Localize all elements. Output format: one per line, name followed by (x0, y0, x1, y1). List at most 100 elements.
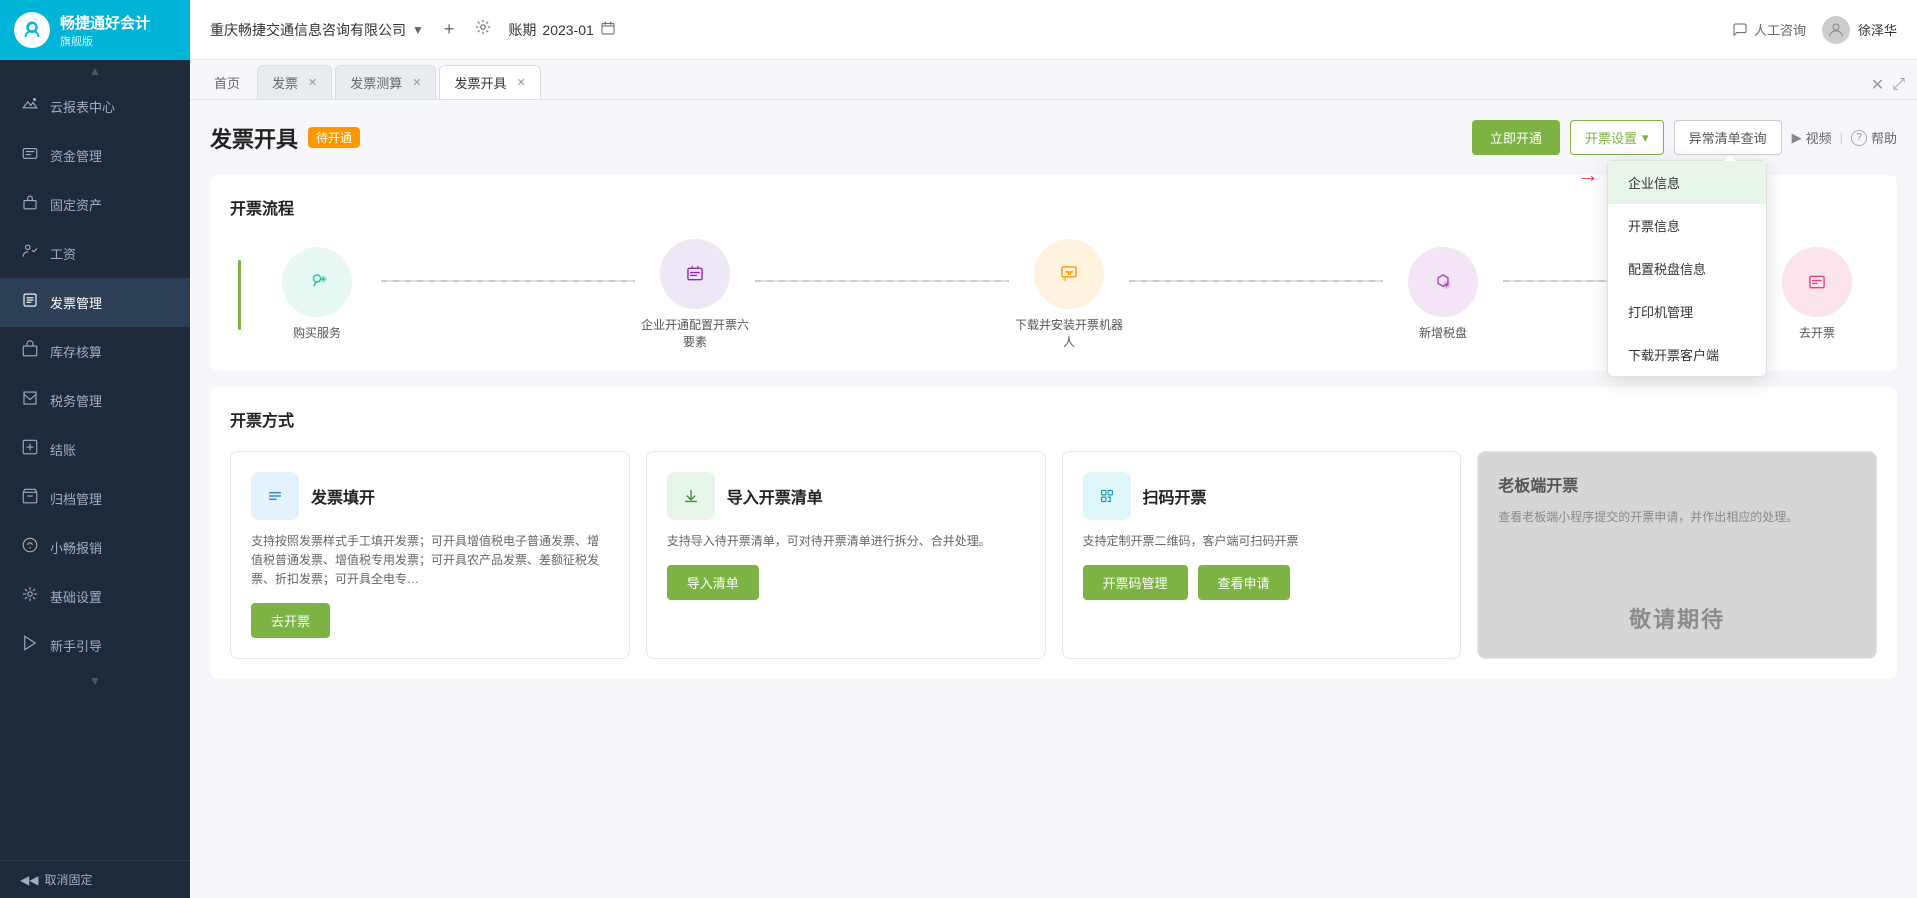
tab-invoice-open-close[interactable]: ✕ (517, 76, 526, 89)
help-label[interactable]: 帮助 (1871, 128, 1897, 147)
import-list-icon (667, 472, 715, 520)
add-company-button[interactable]: + (440, 15, 459, 44)
sidebar-label-payroll: 工资 (50, 244, 76, 263)
payroll-icon (20, 242, 40, 265)
tab-invoice-close[interactable]: ✕ (308, 76, 317, 89)
user-menu[interactable]: 徐泽华 (1822, 16, 1897, 44)
activate-button[interactable]: 立即开通 (1472, 120, 1560, 155)
sidebar-item-basic-settings[interactable]: 基础设置 (0, 572, 190, 621)
xiaochang-icon (20, 536, 40, 559)
sidebar-label-fund-mgmt: 资金管理 (50, 146, 102, 165)
dropdown-item-company-info[interactable]: 企业信息 (1608, 161, 1766, 204)
qrcode-mgmt-button[interactable]: 开票码管理 (1083, 565, 1188, 600)
tab-invoice-label: 发票 (272, 73, 298, 92)
play-icon: ▶ (1792, 130, 1802, 146)
scan-invoice-desc: 支持定制开票二维码，客户端可扫码开票 (1083, 532, 1441, 551)
topbar-right: 人工咨询 徐泽华 (1732, 16, 1897, 44)
method-card-scan-invoice: 扫码开票 支持定制开票二维码，客户端可扫码开票 开票码管理 查看申请 (1062, 451, 1462, 660)
fund-icon (20, 144, 40, 167)
import-list-desc: 支持导入待开票清单，可对待开票清单进行拆分、合并处理。 (667, 532, 1025, 551)
tab-invoice-calc-close[interactable]: ✕ (412, 76, 421, 89)
tab-invoice-open[interactable]: 发票开具 ✕ (439, 65, 540, 99)
sidebar-bottom-cancel-pin[interactable]: ◀◀ 取消固定 (0, 860, 190, 898)
tab-expand[interactable]: ⤢ (1892, 76, 1905, 94)
page-header: 发票开具 待开通 立即开通 开票设置 ▾ 异常清单查询 ▶ 视频 | ? (210, 120, 1897, 155)
sidebar-item-archive[interactable]: 归档管理 (0, 474, 190, 523)
sidebar-nav: ▲ 云报表中心 资金管理 固定资产 (0, 60, 190, 860)
calendar-icon[interactable] (600, 20, 616, 39)
method-section-title: 开票方式 (230, 407, 1877, 431)
company-name: 重庆畅捷交通信息咨询有限公司 (210, 20, 406, 40)
flow-step-download: 下载并安装开票机器人 (1009, 239, 1129, 351)
import-list-title: 导入开票清单 (727, 484, 823, 508)
sidebar: 畅捷通好会计 旗舰版 ▲ 云报表中心 资金管理 (0, 0, 190, 898)
video-label[interactable]: 视频 (1806, 128, 1832, 147)
sidebar-label-tax-mgmt: 税务管理 (50, 391, 102, 410)
topbar-settings-icon[interactable] (474, 18, 492, 41)
goto-invoice-button[interactable]: 去开票 (251, 603, 330, 638)
dropdown-item-printer-mgmt[interactable]: 打印机管理 (1608, 290, 1766, 333)
content-area: 发票开具 待开通 立即开通 开票设置 ▾ 异常清单查询 ▶ 视频 | ? (190, 100, 1917, 898)
flow-step-buy-service: 购买服务 (257, 247, 377, 342)
logo-text-block: 畅捷通好会计 旗舰版 (60, 12, 150, 49)
enterprise-config-icon-wrap (660, 239, 730, 309)
tab-home[interactable]: 首页 (200, 65, 254, 99)
sidebar-item-xiaochang[interactable]: 小畅报销 (0, 523, 190, 572)
scan-invoice-buttons: 开票码管理 查看申请 (1083, 565, 1441, 600)
download-label: 下载并安装开票机器人 (1014, 317, 1124, 351)
add-taxdisk-icon-wrap (1408, 247, 1478, 317)
topbar: 重庆畅捷交通信息咨询有限公司 ▼ + 账期 2023-01 人工咨询 (190, 0, 1917, 60)
sidebar-scroll-up[interactable]: ▲ (0, 60, 190, 82)
user-name: 徐泽华 (1858, 20, 1897, 39)
sidebar-item-payroll[interactable]: 工资 (0, 229, 190, 278)
sidebar-scroll-down[interactable]: ▼ (0, 670, 190, 692)
scan-invoice-icon (1083, 472, 1131, 520)
sidebar-label-fixed-assets: 固定资产 (50, 195, 102, 214)
sidebar-item-fund-mgmt[interactable]: 资金管理 (0, 131, 190, 180)
sidebar-item-inventory[interactable]: 库存核算 (0, 327, 190, 376)
sidebar-item-settle[interactable]: 结账 (0, 425, 190, 474)
overlay-text: 敬请期待 (1478, 602, 1876, 634)
tab-bar: 首页 发票 ✕ 发票测算 ✕ 发票开具 ✕ ✕ ⤢ (190, 60, 1917, 100)
dropdown-item-download-client[interactable]: 下载开票客户端 (1608, 333, 1766, 376)
sidebar-item-tax-mgmt[interactable]: 税务管理 (0, 376, 190, 425)
settings-button[interactable]: 开票设置 ▾ (1570, 120, 1664, 155)
method-cards: 发票填开 支持按照发票样式手工填开发票；可开具增值税电子普通发票、增值税普通发票… (230, 451, 1877, 660)
main-area: 重庆畅捷交通信息咨询有限公司 ▼ + 账期 2023-01 人工咨询 (190, 0, 1917, 898)
logo-icon (14, 12, 50, 48)
manual-fill-desc: 支持按照发票样式手工填开发票；可开具增值税电子普通发票、增值税普通发票、增值税专… (251, 532, 609, 590)
new-guide-icon (20, 634, 40, 657)
company-selector[interactable]: 重庆畅捷交通信息咨询有限公司 ▼ (210, 20, 424, 40)
dropdown-item-tax-config[interactable]: 配置税盘信息 (1608, 247, 1766, 290)
flow-connector-1 (381, 280, 635, 282)
tab-close-all[interactable]: ✕ (1871, 75, 1884, 95)
view-apply-button[interactable]: 查看申请 (1198, 565, 1290, 600)
sidebar-item-invoice-mgmt[interactable]: 发票管理 (0, 278, 190, 327)
method-card-boss-invoice: 老板端开票 查看老板端小程序提交的开票申请，并作出相应的处理。 敬请期待 (1477, 451, 1877, 660)
boss-invoice-title: 老板端开票 (1498, 472, 1578, 496)
method-card-header-4: 老板端开票 (1498, 472, 1856, 496)
period-label: 账期 (508, 20, 536, 40)
red-arrow-indicator: → (1577, 162, 1599, 188)
status-badge: 待开通 (308, 127, 360, 148)
flow-connector-2 (755, 280, 1009, 282)
consultation-button[interactable]: 人工咨询 (1732, 20, 1806, 39)
sidebar-item-fixed-assets[interactable]: 固定资产 (0, 180, 190, 229)
sidebar-item-new-guide[interactable]: 新手引导 (0, 621, 190, 670)
scan-invoice-title: 扫码开票 (1143, 484, 1207, 508)
flow-step-add-taxdisk: 新增税盘 (1383, 247, 1503, 342)
enterprise-config-label: 企业开通配置开票六要素 (640, 317, 750, 351)
import-list-button[interactable]: 导入清单 (667, 565, 759, 600)
tab-invoice[interactable]: 发票 ✕ (257, 65, 332, 99)
anomaly-button[interactable]: 异常清单查询 (1674, 120, 1782, 155)
topbar-period: 账期 2023-01 (508, 20, 615, 40)
go-invoice-icon-wrap (1782, 247, 1852, 317)
tab-invoice-calc[interactable]: 发票测算 ✕ (335, 65, 436, 99)
sidebar-label-inventory: 库存核算 (50, 342, 102, 361)
sidebar-label-xiaochang: 小畅报销 (50, 538, 102, 557)
dropdown-item-invoice-info[interactable]: 开票信息 (1608, 204, 1766, 247)
sidebar-item-cloud-report[interactable]: 云报表中心 (0, 82, 190, 131)
manual-fill-icon (251, 472, 299, 520)
settings-dropdown-icon: ▾ (1642, 130, 1649, 146)
basic-settings-icon (20, 585, 40, 608)
